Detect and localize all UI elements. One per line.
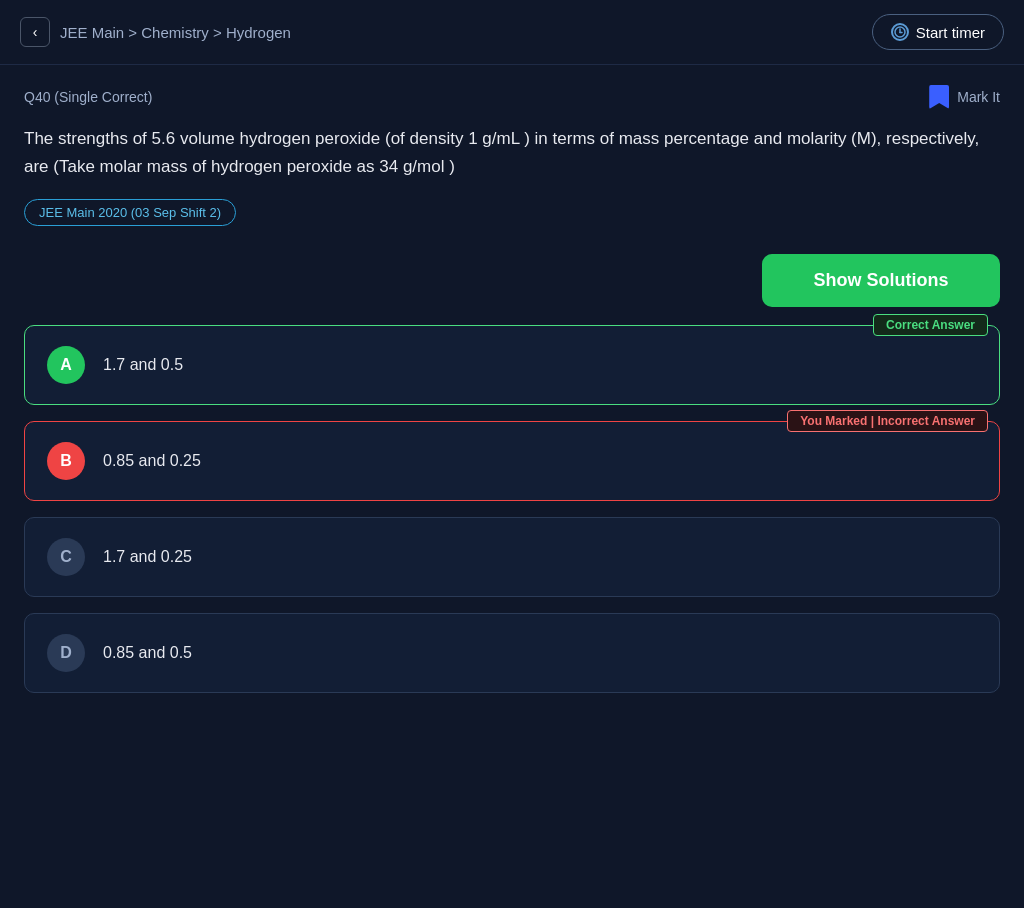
option-text-c: 1.7 and 0.25 bbox=[103, 548, 192, 566]
option-text-d: 0.85 and 0.5 bbox=[103, 644, 192, 662]
start-timer-button[interactable]: Start timer bbox=[872, 14, 1004, 50]
top-navigation: ‹ JEE Main > Chemistry > Hydrogen Start … bbox=[0, 0, 1024, 65]
mark-it-label: Mark It bbox=[957, 89, 1000, 105]
option-text-a: 1.7 and 0.5 bbox=[103, 356, 183, 374]
question-text: The strengths of 5.6 volume hydrogen per… bbox=[24, 125, 1000, 181]
option-circle-d: D bbox=[47, 634, 85, 672]
option-circle-b: B bbox=[47, 442, 85, 480]
mark-it-button[interactable]: Mark It bbox=[929, 85, 1000, 109]
start-timer-label: Start timer bbox=[916, 24, 985, 41]
option-card-b[interactable]: B 0.85 and 0.25 bbox=[24, 421, 1000, 501]
option-circle-a: A bbox=[47, 346, 85, 384]
option-wrapper-b: You Marked | Incorrect AnswerB0.85 and 0… bbox=[24, 421, 1000, 501]
show-solutions-button[interactable]: Show Solutions bbox=[762, 254, 1000, 307]
nav-left: ‹ JEE Main > Chemistry > Hydrogen bbox=[20, 17, 291, 47]
option-wrapper-c: C 1.7 and 0.25 bbox=[24, 517, 1000, 597]
option-wrapper-d: D 0.85 and 0.5 bbox=[24, 613, 1000, 693]
main-content: Q40 (Single Correct) Mark It The strengt… bbox=[0, 65, 1024, 729]
question-label: Q40 (Single Correct) bbox=[24, 89, 152, 105]
option-card-d[interactable]: D 0.85 and 0.5 bbox=[24, 613, 1000, 693]
bookmark-icon bbox=[929, 85, 949, 109]
option-wrapper-a: Correct AnswerA1.7 and 0.5 bbox=[24, 325, 1000, 405]
option-circle-c: C bbox=[47, 538, 85, 576]
back-button[interactable]: ‹ bbox=[20, 17, 50, 47]
question-header: Q40 (Single Correct) Mark It bbox=[24, 85, 1000, 109]
option-badge-a: Correct Answer bbox=[873, 314, 988, 336]
solutions-row: Show Solutions bbox=[24, 254, 1000, 307]
option-card-a[interactable]: A 1.7 and 0.5 bbox=[24, 325, 1000, 405]
option-badge-b: You Marked | Incorrect Answer bbox=[787, 410, 988, 432]
option-text-b: 0.85 and 0.25 bbox=[103, 452, 201, 470]
option-card-c[interactable]: C 1.7 and 0.25 bbox=[24, 517, 1000, 597]
options-container: Correct AnswerA1.7 and 0.5You Marked | I… bbox=[24, 325, 1000, 693]
breadcrumb: JEE Main > Chemistry > Hydrogen bbox=[60, 24, 291, 41]
question-tag: JEE Main 2020 (03 Sep Shift 2) bbox=[24, 199, 236, 226]
timer-icon bbox=[891, 23, 909, 41]
